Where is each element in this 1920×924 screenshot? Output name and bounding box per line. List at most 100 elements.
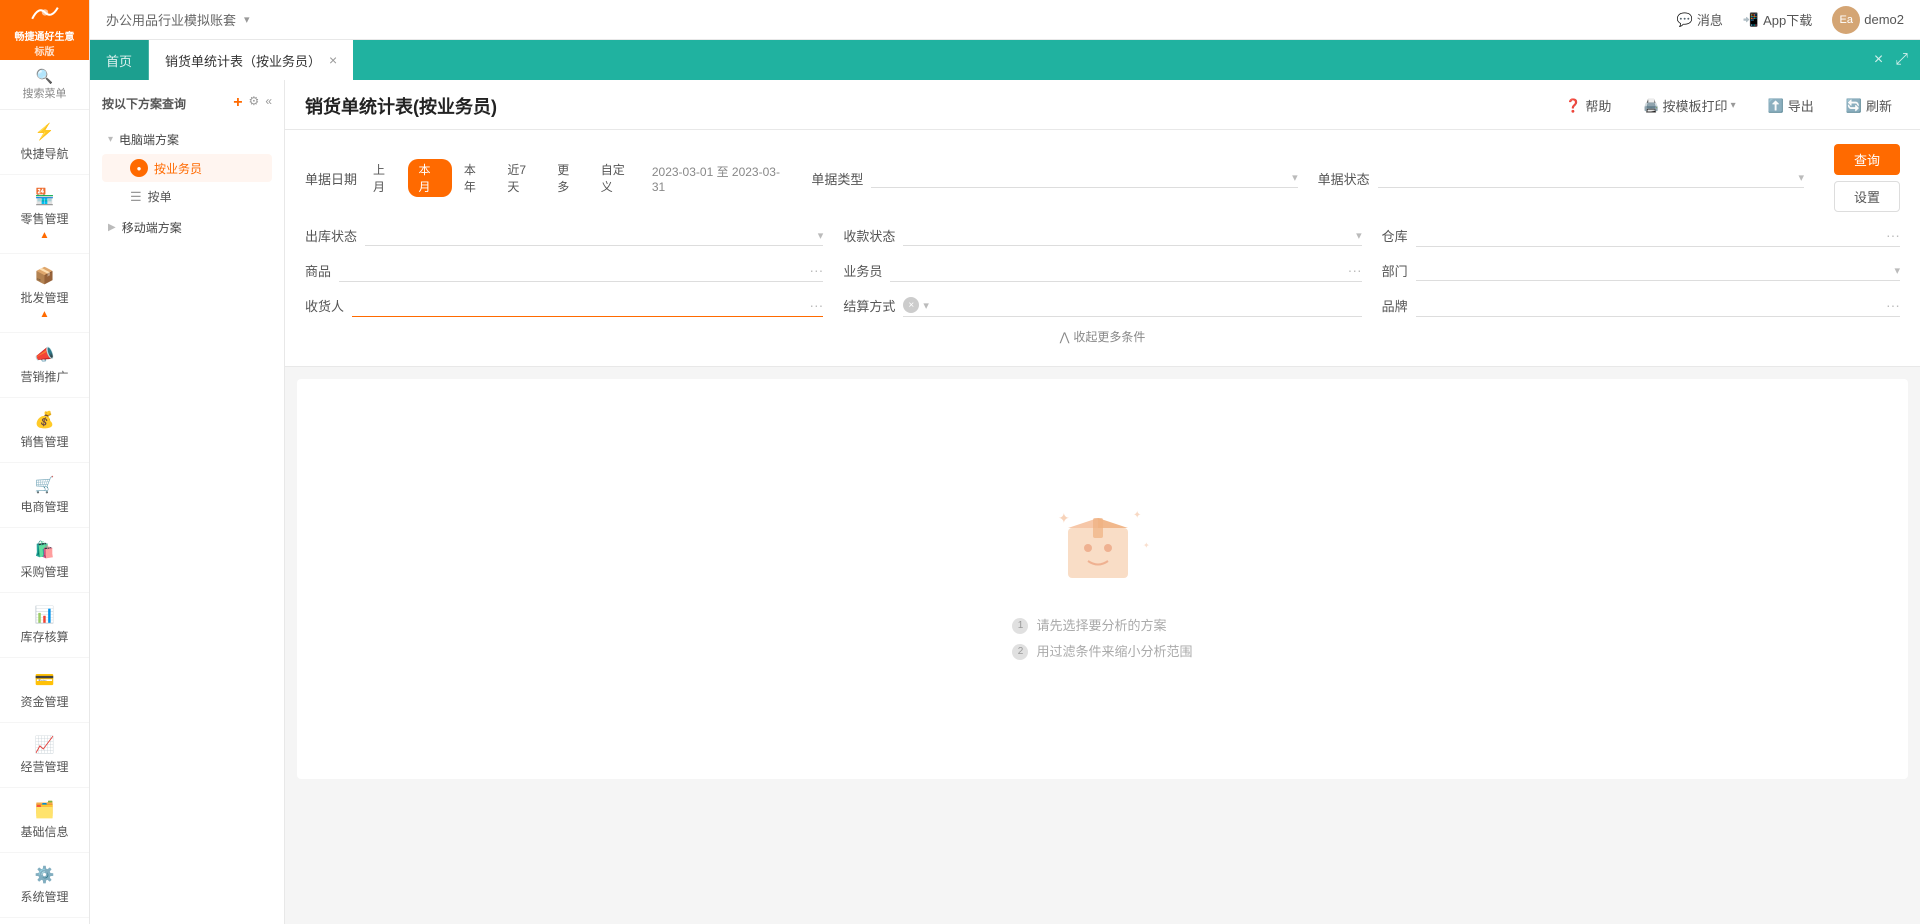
collapse-row: ⋀ 收起更多条件: [305, 317, 1900, 352]
sidebar-item-ecommerce[interactable]: 🛒 电商管理: [0, 463, 90, 528]
sidebar-item-purchase[interactable]: 🛍️ 采购管理: [0, 528, 90, 593]
sidebar-item-inventory[interactable]: 📊 库存核算: [0, 593, 90, 658]
tab-home[interactable]: 首页: [90, 40, 149, 80]
salesperson-more[interactable]: ···: [1348, 262, 1362, 278]
payment-method-clear-btn[interactable]: ×: [903, 297, 919, 313]
sidebar-item-quicknav[interactable]: ⚡ 快捷导航: [0, 110, 90, 175]
print-btn[interactable]: 🖨️ 按模板打印 ▾: [1635, 92, 1743, 119]
right-content: 销货单统计表(按业务员) ❓ 帮助 🖨️ 按模板打印 ▾ ⬆️ 导出: [285, 80, 1920, 924]
print-dropdown-arrow[interactable]: ▾: [1731, 100, 1736, 111]
doc-status-control[interactable]: ▾: [1378, 168, 1804, 188]
empty-text-list: 1 请先选择要分析的方案 2 用过滤条件来缩小分析范围: [1012, 613, 1192, 665]
recipient-label: 收货人: [305, 296, 344, 315]
top-header: 办公用品行业模拟账套 ▾ 💬 消息 📲 App下载 Ea demo2: [90, 0, 1920, 40]
empty-step-2: 2 用过滤条件来缩小分析范围: [1012, 639, 1192, 665]
filter-doc-status: 单据状态 ▾: [1318, 168, 1804, 188]
recipient-more[interactable]: ···: [809, 297, 823, 313]
tab-salesperson-report[interactable]: 销货单统计表（按业务员） ×: [149, 40, 353, 80]
date-tab-7days[interactable]: 近7天: [499, 159, 545, 197]
filter-area: 单据日期 上月 本月 本年 近7天 更多 自定义 2023-03-01 至 20…: [285, 130, 1920, 367]
sidebar-item-finance[interactable]: 💳 资金管理: [0, 658, 90, 723]
tree-parent-desktop[interactable]: ▾ 电脑端方案: [102, 126, 272, 153]
date-tab-this-year[interactable]: 本年: [456, 159, 495, 197]
sidebar-item-enterprise[interactable]: 🤝 企业协同: [0, 918, 90, 924]
page-header: 销货单统计表(按业务员) ❓ 帮助 🖨️ 按模板打印 ▾ ⬆️ 导出: [285, 80, 1920, 130]
message-btn[interactable]: 💬 消息: [1677, 10, 1723, 29]
industry-dropdown-arrow[interactable]: ▾: [244, 13, 250, 26]
ecommerce-icon: 🛒: [35, 475, 55, 495]
brand-control[interactable]: ···: [1416, 294, 1900, 317]
warehouse-more[interactable]: ···: [1886, 227, 1900, 243]
sidebar-item-marketing[interactable]: 📣 营销推广: [0, 333, 90, 398]
date-tab-custom[interactable]: 自定义: [593, 159, 644, 197]
export-btn[interactable]: ⬆️ 导出: [1760, 92, 1822, 119]
refresh-btn[interactable]: 🔄 刷新: [1838, 92, 1900, 119]
tab-maximize-icon[interactable]: ⤢: [1895, 51, 1908, 69]
department-arrow: ▾: [1894, 264, 1900, 277]
settings-button[interactable]: 设置: [1834, 181, 1900, 212]
message-icon: 💬: [1677, 12, 1693, 28]
filter-brand: 品牌 ···: [1382, 294, 1900, 317]
step2-num: 2: [1012, 644, 1028, 660]
recipient-control[interactable]: ···: [352, 294, 823, 317]
tab-close-btn[interactable]: ×: [329, 52, 337, 68]
warehouse-control[interactable]: ···: [1416, 224, 1900, 247]
department-control[interactable]: ▾: [1416, 261, 1900, 281]
message-label: 消息: [1697, 10, 1723, 29]
department-label: 部门: [1382, 261, 1408, 280]
sidebar-item-basic[interactable]: 🗂️ 基础信息: [0, 788, 90, 853]
app-download-btn[interactable]: 📲 App下载: [1743, 10, 1812, 29]
payment-status-label: 收款状态: [843, 226, 895, 245]
sidebar-item-operations[interactable]: 📈 经营管理: [0, 723, 90, 788]
sidebar-search[interactable]: 🔍 搜索菜单: [0, 60, 90, 110]
date-tab-this-month[interactable]: 本月: [408, 159, 451, 197]
panel-collapse-btn[interactable]: «: [265, 94, 272, 112]
filter-doc-type: 单据类型 ▾: [811, 168, 1297, 188]
sidebar-item-sales[interactable]: 💰 销售管理: [0, 398, 90, 463]
industry-name: 办公用品行业模拟账套: [106, 10, 236, 29]
collapse-btn[interactable]: ⋀ 收起更多条件: [1048, 325, 1158, 348]
payment-method-label: 结算方式: [843, 296, 895, 315]
date-label: 单据日期: [305, 169, 357, 188]
tree-parent-mobile[interactable]: ▶ 移动端方案: [102, 214, 272, 241]
tree-child-salesperson[interactable]: ● 按业务员: [102, 154, 272, 182]
svg-text:✦: ✦: [1133, 510, 1141, 521]
doc-type-label: 单据类型: [811, 169, 863, 188]
payment-method-control[interactable]: × ▾: [903, 294, 1361, 317]
doc-type-control[interactable]: ▾: [871, 168, 1297, 188]
goods-more[interactable]: ···: [809, 262, 823, 278]
help-btn[interactable]: ❓ 帮助: [1557, 92, 1619, 119]
sidebar-item-retail[interactable]: 🏪 零售管理 ▲: [0, 175, 90, 254]
svg-text:✦: ✦: [1143, 541, 1150, 550]
payment-status-control[interactable]: ▾: [903, 226, 1361, 246]
purchase-icon: 🛍️: [35, 540, 55, 560]
tree-parent-label-desktop: 电脑端方案: [119, 131, 179, 148]
panel-settings-btn[interactable]: ⚙: [249, 94, 260, 112]
salesperson-control[interactable]: ···: [890, 259, 1361, 282]
collapse-up-icon: ⋀: [1060, 330, 1070, 344]
by-order-label: 按单: [148, 188, 172, 205]
tree-child-by-order[interactable]: ☰ 按单: [102, 183, 272, 210]
date-tab-more[interactable]: 更多: [549, 159, 588, 197]
logo-sub-text: 标版: [35, 43, 55, 58]
sidebar-item-system[interactable]: ⚙️ 系统管理: [0, 853, 90, 918]
out-status-control[interactable]: ▾: [365, 226, 823, 246]
panel-header: 按以下方案查询 + ⚙ «: [90, 90, 284, 116]
query-button[interactable]: 查询: [1834, 144, 1900, 175]
goods-control[interactable]: ···: [339, 259, 823, 282]
user-profile[interactable]: Ea demo2: [1832, 6, 1904, 34]
wholesale-icon: 📦: [35, 266, 55, 286]
operations-label: 经营管理: [20, 758, 68, 775]
tab-close-window-icon[interactable]: ×: [1874, 51, 1883, 69]
payment-method-arrow: ▾: [923, 299, 929, 312]
step1-text: 请先选择要分析的方案: [1036, 613, 1166, 639]
date-tab-last-month[interactable]: 上月: [365, 159, 404, 197]
panel-header-icons: + ⚙ «: [233, 94, 272, 112]
sidebar-item-wholesale[interactable]: 📦 批发管理 ▲: [0, 254, 90, 333]
brand-more[interactable]: ···: [1886, 297, 1900, 313]
filter-row-2: 出库状态 ▾ 收款状态 ▾ 仓库: [305, 224, 1900, 247]
doc-type-arrow: ▾: [1292, 171, 1298, 184]
by-order-icon: ☰: [130, 189, 142, 205]
panel-add-btn[interactable]: +: [233, 94, 242, 112]
logo-main-text: 畅捷通好生意: [15, 28, 75, 43]
